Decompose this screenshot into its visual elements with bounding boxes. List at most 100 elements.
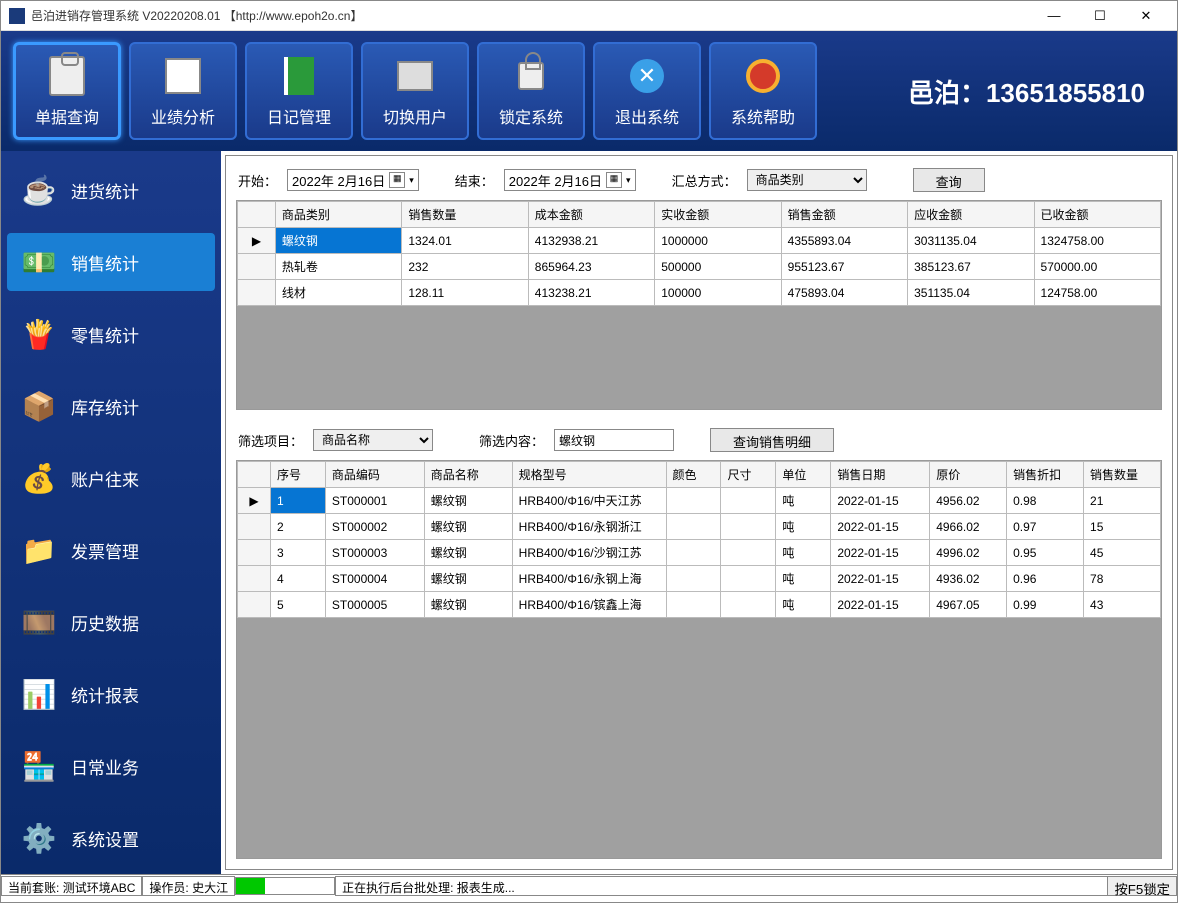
table-row[interactable]: 线材128.11413238.21100000475893.04351135.0…	[238, 280, 1161, 306]
filter-field-select[interactable]: 商品名称	[313, 429, 433, 451]
cell[interactable]: HRB400/Φ16/沙钢江苏	[512, 540, 666, 566]
cell[interactable]: 螺纹钢	[424, 488, 512, 514]
cell[interactable]: 500000	[655, 254, 781, 280]
table-row[interactable]: ▶螺纹钢1324.014132938.2110000004355893.0430…	[238, 228, 1161, 254]
column-header[interactable]: 尺寸	[721, 462, 776, 488]
cell[interactable]: 124758.00	[1034, 280, 1160, 306]
column-header[interactable]: 单位	[776, 462, 831, 488]
summary-mode-select[interactable]: 商品类别	[747, 169, 867, 191]
detail-query-button[interactable]: 查询销售明细	[710, 428, 834, 452]
column-header[interactable]: 销售金额	[781, 202, 907, 228]
cell[interactable]: 865964.23	[528, 254, 654, 280]
cell[interactable]	[721, 514, 776, 540]
lock-shortcut-button[interactable]: 按F5锁定	[1107, 876, 1177, 896]
maximize-button[interactable]: ☐	[1077, 2, 1123, 30]
cell[interactable]: ST000003	[325, 540, 424, 566]
cell[interactable]: 0.97	[1007, 514, 1084, 540]
cell[interactable]: 0.96	[1007, 566, 1084, 592]
column-header[interactable]	[238, 202, 276, 228]
cell[interactable]: 热轧卷	[275, 254, 401, 280]
cell[interactable]: 4966.02	[930, 514, 1007, 540]
cell[interactable]: 100000	[655, 280, 781, 306]
cell[interactable]: 4936.02	[930, 566, 1007, 592]
column-header[interactable]: 颜色	[666, 462, 721, 488]
column-header[interactable]: 商品名称	[424, 462, 512, 488]
table-row[interactable]: 4ST000004螺纹钢HRB400/Φ16/永钢上海吨2022-01-1549…	[238, 566, 1161, 592]
cell[interactable]: HRB400/Φ16/中天江苏	[512, 488, 666, 514]
cell[interactable]: 吨	[776, 566, 831, 592]
cell[interactable]: 1324.01	[402, 228, 528, 254]
cell[interactable]: 0.99	[1007, 592, 1084, 618]
cell[interactable]	[666, 540, 721, 566]
column-header[interactable]: 成本金额	[528, 202, 654, 228]
sidebar-item-2[interactable]: 🍟零售统计	[7, 305, 215, 363]
cell[interactable]: 螺纹钢	[424, 566, 512, 592]
cell[interactable]: 2	[270, 514, 325, 540]
table-row[interactable]: 2ST000002螺纹钢HRB400/Φ16/永钢浙江吨2022-01-1549…	[238, 514, 1161, 540]
cell[interactable]: 2022-01-15	[831, 488, 930, 514]
table-row[interactable]: 热轧卷232865964.23500000955123.67385123.675…	[238, 254, 1161, 280]
cell[interactable]: 570000.00	[1034, 254, 1160, 280]
cell[interactable]: 2022-01-15	[831, 514, 930, 540]
cell[interactable]	[666, 488, 721, 514]
cell[interactable]: ST000005	[325, 592, 424, 618]
cell[interactable]: 2022-01-15	[831, 540, 930, 566]
start-date-picker[interactable]: 2022年 2月16日 ▦▾	[287, 169, 419, 191]
cell[interactable]: 475893.04	[781, 280, 907, 306]
cell[interactable]: 1	[270, 488, 325, 514]
cell[interactable]: 2022-01-15	[831, 592, 930, 618]
cell[interactable]: 45	[1084, 540, 1161, 566]
column-header[interactable]: 原价	[930, 462, 1007, 488]
sidebar-item-1[interactable]: 💵销售统计	[7, 233, 215, 291]
table-row[interactable]: 5ST000005螺纹钢HRB400/Φ16/镔鑫上海吨2022-01-1549…	[238, 592, 1161, 618]
cell[interactable]: 1000000	[655, 228, 781, 254]
cell[interactable]: 3	[270, 540, 325, 566]
column-header[interactable]: 销售折扣	[1007, 462, 1084, 488]
minimize-button[interactable]: —	[1031, 2, 1077, 30]
cell[interactable]: 43	[1084, 592, 1161, 618]
column-header[interactable]: 商品编码	[325, 462, 424, 488]
cell[interactable]: 15	[1084, 514, 1161, 540]
column-header[interactable]: 规格型号	[512, 462, 666, 488]
sidebar-item-0[interactable]: ☕进货统计	[7, 161, 215, 219]
toolbar-performance-button[interactable]: 业绩分析	[129, 42, 237, 140]
cell[interactable]: 78	[1084, 566, 1161, 592]
cell[interactable]: 螺纹钢	[424, 592, 512, 618]
table-row[interactable]: ▶1ST000001螺纹钢HRB400/Φ16/中天江苏吨2022-01-154…	[238, 488, 1161, 514]
sidebar-item-9[interactable]: ⚙️系统设置	[7, 809, 215, 867]
cell[interactable]: 0.98	[1007, 488, 1084, 514]
table-row[interactable]: 3ST000003螺纹钢HRB400/Φ16/沙钢江苏吨2022-01-1549…	[238, 540, 1161, 566]
toolbar-diary-button[interactable]: 日记管理	[245, 42, 353, 140]
cell[interactable]: 4967.05	[930, 592, 1007, 618]
cell[interactable]: 5	[270, 592, 325, 618]
cell[interactable]: 4956.02	[930, 488, 1007, 514]
column-header[interactable]: 销售数量	[402, 202, 528, 228]
column-header[interactable]: 实收金额	[655, 202, 781, 228]
cell[interactable]: 吨	[776, 488, 831, 514]
sidebar-item-8[interactable]: 🏪日常业务	[7, 737, 215, 795]
cell[interactable]: 线材	[275, 280, 401, 306]
cell[interactable]	[666, 566, 721, 592]
query-button[interactable]: 查询	[913, 168, 985, 192]
cell[interactable]: 128.11	[402, 280, 528, 306]
sidebar-item-3[interactable]: 📦库存统计	[7, 377, 215, 435]
summary-grid[interactable]: 商品类别销售数量成本金额实收金额销售金额应收金额已收金额▶螺纹钢1324.014…	[236, 200, 1162, 410]
filter-content-input[interactable]	[554, 429, 674, 451]
cell[interactable]	[721, 488, 776, 514]
cell[interactable]: 4132938.21	[528, 228, 654, 254]
cell[interactable]: 吨	[776, 514, 831, 540]
cell[interactable]: 螺纹钢	[424, 540, 512, 566]
cell[interactable]: 吨	[776, 592, 831, 618]
sidebar-item-5[interactable]: 📁发票管理	[7, 521, 215, 579]
cell[interactable]: 4355893.04	[781, 228, 907, 254]
cell[interactable]: ST000002	[325, 514, 424, 540]
column-header[interactable]: 已收金额	[1034, 202, 1160, 228]
cell[interactable]: ST000004	[325, 566, 424, 592]
cell[interactable]	[721, 566, 776, 592]
toolbar-exit-button[interactable]: ✕ 退出系统	[593, 42, 701, 140]
cell[interactable]: HRB400/Φ16/永钢浙江	[512, 514, 666, 540]
cell[interactable]: HRB400/Φ16/永钢上海	[512, 566, 666, 592]
cell[interactable]: 1324758.00	[1034, 228, 1160, 254]
cell[interactable]	[721, 540, 776, 566]
close-button[interactable]: ✕	[1123, 2, 1169, 30]
